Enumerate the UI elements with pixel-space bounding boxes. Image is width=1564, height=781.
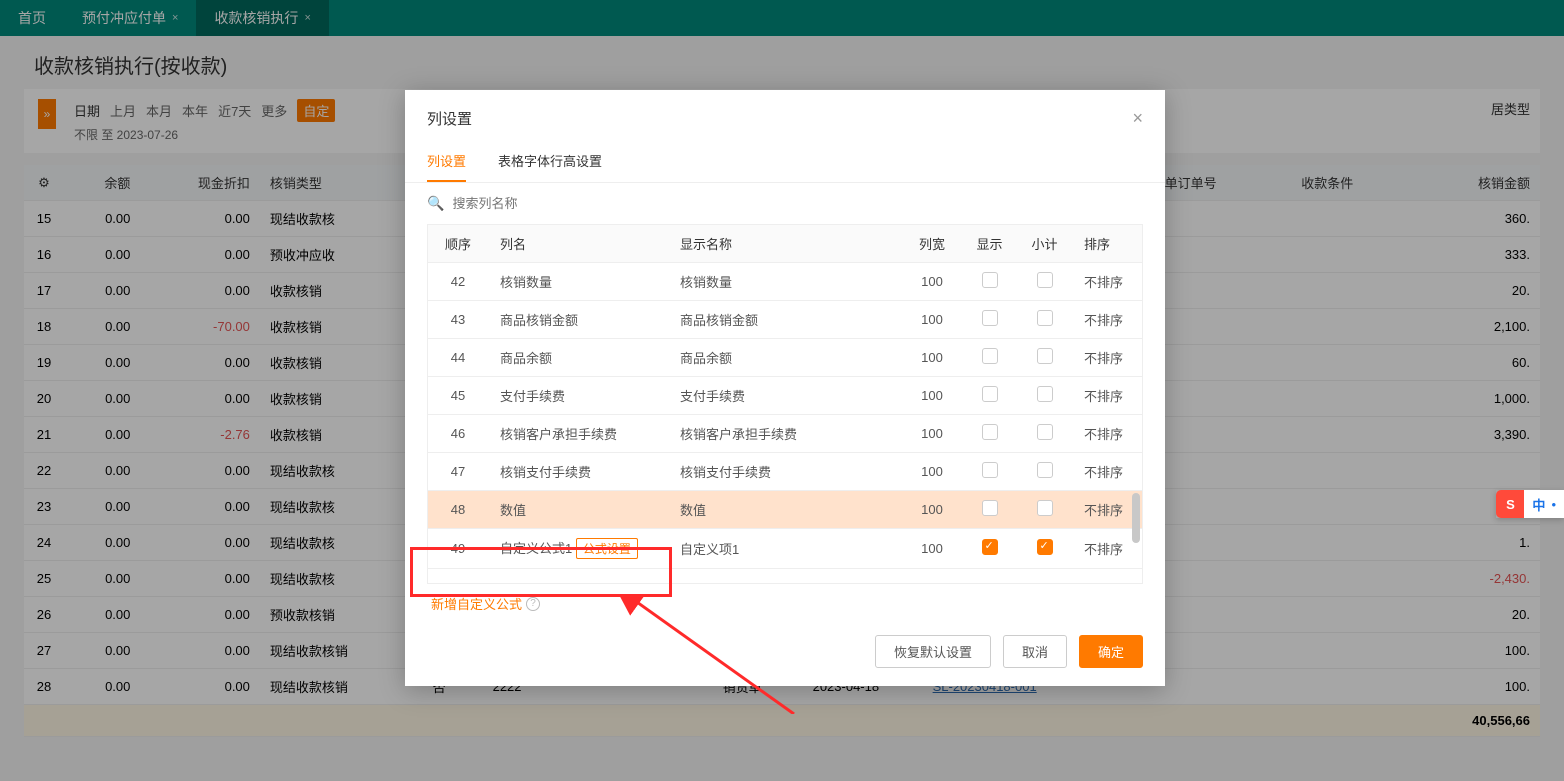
column-row[interactable]: 48数值数值100不排序 xyxy=(428,491,1142,529)
checkbox[interactable] xyxy=(1037,386,1053,402)
modal-title: 列设置 xyxy=(427,108,472,129)
search-icon: 🔍 xyxy=(427,195,444,212)
column-row[interactable]: 45支付手续费支付手续费100不排序 xyxy=(428,377,1142,415)
col-name: 列名 xyxy=(488,225,668,263)
add-custom-formula[interactable]: 新增自定义公式 xyxy=(431,594,522,613)
scrollbar-thumb[interactable] xyxy=(1132,493,1140,543)
checkbox[interactable] xyxy=(982,348,998,364)
column-row[interactable]: 47核销支付手续费核销支付手续费100不排序 xyxy=(428,453,1142,491)
checkbox[interactable] xyxy=(982,424,998,440)
checkbox[interactable] xyxy=(982,500,998,516)
formula-settings-button[interactable]: 公式设置 xyxy=(576,538,638,559)
checkbox[interactable] xyxy=(982,386,998,402)
col-subtotal: 小计 xyxy=(1017,225,1072,263)
checkbox[interactable] xyxy=(1037,348,1053,364)
search-input[interactable] xyxy=(452,196,1143,211)
checkbox[interactable] xyxy=(982,310,998,326)
restore-default-button[interactable]: 恢复默认设置 xyxy=(875,635,991,668)
checkbox[interactable] xyxy=(1037,500,1053,516)
column-row[interactable]: 42核销数量核销数量100不排序 xyxy=(428,263,1142,301)
column-row[interactable]: 43商品核销金额商品核销金额100不排序 xyxy=(428,301,1142,339)
ime-lang: 中 xyxy=(1532,495,1545,514)
checkbox[interactable] xyxy=(982,539,998,555)
column-row[interactable]: 44商品余额商品余额100不排序 xyxy=(428,339,1142,377)
col-display-name: 显示名称 xyxy=(668,225,902,263)
col-sort: 排序 xyxy=(1072,225,1142,263)
ime-logo: S xyxy=(1496,490,1524,518)
checkbox[interactable] xyxy=(982,462,998,478)
column-row[interactable]: 46核销客户承担手续费核销客户承担手续费100不排序 xyxy=(428,415,1142,453)
close-icon[interactable]: × xyxy=(1132,108,1143,129)
column-row[interactable]: 49自定义公式1 公式设置自定义项1100不排序 xyxy=(428,529,1142,569)
checkbox[interactable] xyxy=(1037,272,1053,288)
cancel-button[interactable]: 取消 xyxy=(1003,635,1067,668)
column-settings-modal: 列设置 × 列设置 表格字体行高设置 🔍 顺序 列名 显示名称 列宽 显示 小计… xyxy=(405,90,1165,686)
checkbox[interactable] xyxy=(1037,462,1053,478)
col-order: 顺序 xyxy=(428,225,488,263)
ime-indicator: S 中• xyxy=(1496,490,1564,518)
checkbox[interactable] xyxy=(1037,539,1053,555)
help-icon[interactable]: ? xyxy=(526,597,540,611)
checkbox[interactable] xyxy=(1037,424,1053,440)
tab-font-rowheight[interactable]: 表格字体行高设置 xyxy=(498,151,602,182)
ok-button[interactable]: 确定 xyxy=(1079,635,1143,668)
checkbox[interactable] xyxy=(1037,310,1053,326)
checkbox[interactable] xyxy=(982,272,998,288)
col-width: 列宽 xyxy=(902,225,962,263)
tab-column-settings[interactable]: 列设置 xyxy=(427,151,466,182)
col-show: 显示 xyxy=(962,225,1017,263)
